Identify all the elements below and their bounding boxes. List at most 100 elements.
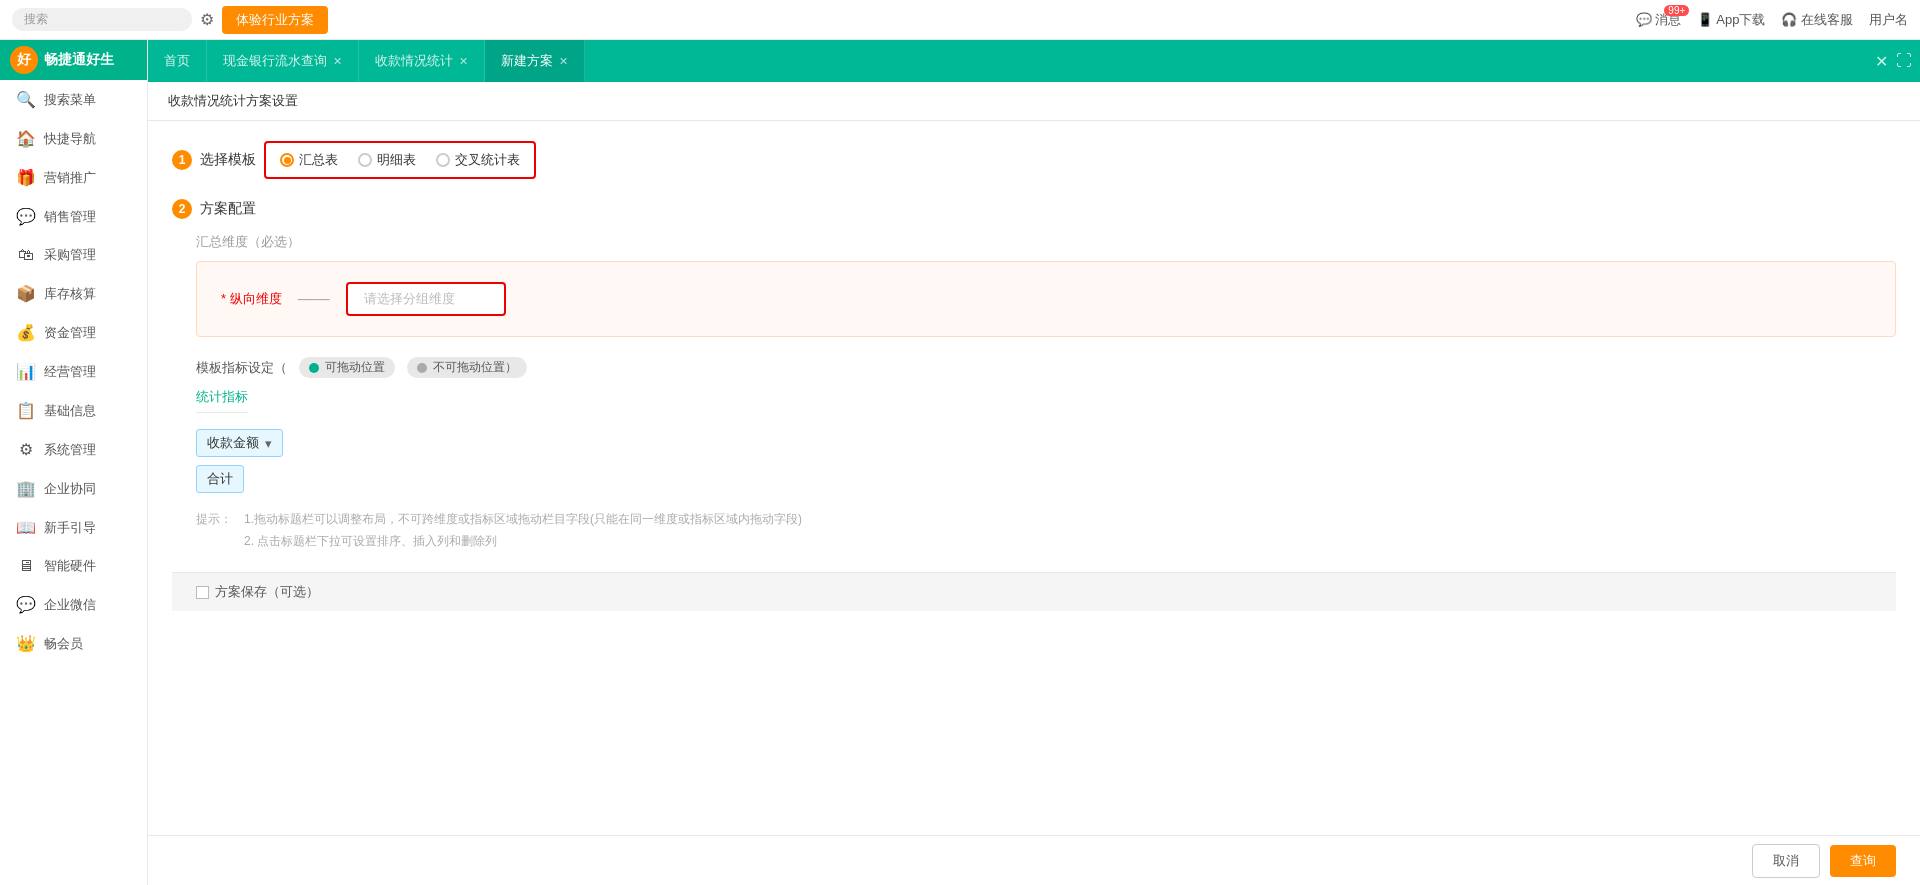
purchase-icon: 🛍 [16, 246, 36, 264]
hint-1: 提示： 1.拖动标题栏可以调整布局，不可跨维度或指标区域拖动栏目字段(只能在同一… [196, 509, 1896, 531]
search-placeholder: 搜索 [24, 12, 48, 26]
sidebar-item-label: 智能硬件 [44, 557, 96, 575]
step2-num: 2 [172, 199, 192, 219]
page-title-bar: 收款情况统计方案设置 [148, 82, 1920, 121]
sidebar-item-enterprise[interactable]: 🏢 企业协同 [0, 469, 147, 508]
metric-tag-collection[interactable]: 收款金额 ▾ [196, 429, 283, 457]
save-checkbox-label[interactable]: 方案保存（可选） [196, 583, 319, 601]
sidebar-item-system[interactable]: ⚙ 系统管理 [0, 430, 147, 469]
tab-collection-stat-close[interactable]: ✕ [459, 55, 468, 68]
tab-new-plan-label: 新建方案 [501, 52, 553, 70]
page-title: 收款情况统计方案设置 [168, 93, 298, 108]
sidebar-item-smart-hw[interactable]: 🖥 智能硬件 [0, 547, 147, 585]
option-cross[interactable]: 交叉统计表 [436, 151, 520, 169]
radio-cross [436, 153, 450, 167]
search-bar[interactable]: 搜索 [12, 8, 192, 31]
trial-btn[interactable]: 体验行业方案 [222, 6, 328, 34]
tab-bank-flow-label: 现金银行流水查询 [223, 52, 327, 70]
sidebar-item-basic-info[interactable]: 📋 基础信息 [0, 391, 147, 430]
dimension-row: * 纵向维度 —— 请选择分组维度 [221, 282, 1871, 316]
sidebar-item-sales[interactable]: 💬 销售管理 [0, 197, 147, 236]
enterprise-icon: 🏢 [16, 479, 36, 498]
sidebar-item-label: 销售管理 [44, 208, 96, 226]
metric-total: 合计 [196, 465, 244, 493]
sidebar-item-label: 企业协同 [44, 480, 96, 498]
step1-section: 1 选择模板 汇总表 明细表 [172, 141, 1896, 179]
non-draggable-toggle: 不可拖动位置） [407, 357, 527, 378]
metrics-section: 模板指标设定（ 可拖动位置 不可拖动位置） 统计指标 [196, 357, 1896, 493]
sidebar-item-wechat[interactable]: 💬 企业微信 [0, 585, 147, 624]
hint-2: 2. 点击标题栏下拉可设置排序、插入列和删除列 [196, 531, 1896, 553]
radio-summary-inner [284, 157, 291, 164]
sidebar-item-quick-nav[interactable]: 🏠 快捷导航 [0, 119, 147, 158]
sidebar-item-label: 新手引导 [44, 519, 96, 537]
sidebar-item-label: 营销推广 [44, 169, 96, 187]
option-detail-label: 明细表 [377, 151, 416, 169]
radio-summary [280, 153, 294, 167]
sidebar-item-label: 采购管理 [44, 246, 96, 264]
tab-collection-stat[interactable]: 收款情况统计 ✕ [359, 40, 485, 82]
step1-num: 1 [172, 150, 192, 170]
sidebar-item-label: 畅会员 [44, 635, 83, 653]
logo-icon: 好 [10, 46, 38, 74]
metric-total-label: 合计 [207, 471, 233, 486]
metric-tag-label: 收款金额 [207, 434, 259, 452]
basic-info-icon: 📋 [16, 401, 36, 420]
sidebar-item-label: 搜索菜单 [44, 91, 96, 109]
tab-new-plan-close[interactable]: ✕ [559, 55, 568, 68]
download-label: App下载 [1716, 12, 1765, 27]
service-label: 在线客服 [1801, 12, 1853, 27]
sales-icon: 💬 [16, 207, 36, 226]
message-btn[interactable]: 💬 消息 99+ [1636, 11, 1682, 29]
badge-count: 99+ [1664, 5, 1689, 16]
sidebar-item-purchase[interactable]: 🛍 采购管理 [0, 236, 147, 274]
sidebar-item-label: 资金管理 [44, 324, 96, 342]
sidebar-item-label: 基础信息 [44, 402, 96, 420]
radio-detail [358, 153, 372, 167]
tab-bank-flow[interactable]: 现金银行流水查询 ✕ [207, 40, 359, 82]
sidebar-item-marketing[interactable]: 🎁 营销推广 [0, 158, 147, 197]
logo-area: 好 畅捷通好生 [0, 40, 147, 80]
option-summary[interactable]: 汇总表 [280, 151, 338, 169]
option-detail[interactable]: 明细表 [358, 151, 416, 169]
tab-close-all-icon[interactable]: ✕ [1875, 52, 1888, 71]
user-name[interactable]: 用户名 [1869, 11, 1908, 29]
cancel-button[interactable]: 取消 [1752, 844, 1820, 878]
gear-icon[interactable]: ⚙ [200, 10, 214, 29]
step2-section: 2 方案配置 汇总维度（必选） * 纵向维度 —— [172, 199, 1896, 552]
inventory-icon: 📦 [16, 284, 36, 303]
wechat-icon: 💬 [16, 595, 36, 614]
download-btn[interactable]: 📱 App下载 [1697, 11, 1765, 29]
dimension-select[interactable]: 请选择分组维度 [346, 282, 506, 316]
tab-bank-flow-close[interactable]: ✕ [333, 55, 342, 68]
sidebar-item-finance[interactable]: 💰 资金管理 [0, 313, 147, 352]
step2-header: 2 方案配置 [172, 199, 1896, 219]
service-icon: 🎧 [1781, 12, 1797, 27]
search-menu-icon: 🔍 [16, 90, 36, 109]
dimension-section-title: 汇总维度（必选） [196, 233, 1896, 251]
step1-header: 1 选择模板 汇总表 明细表 [172, 141, 1896, 179]
tab-expand-icon[interactable]: ⛶ [1896, 52, 1912, 70]
draggable-toggle: 可拖动位置 [299, 357, 395, 378]
toggle-dot-active [309, 363, 319, 373]
tab-home-label: 首页 [164, 52, 190, 70]
service-btn[interactable]: 🎧 在线客服 [1781, 11, 1853, 29]
metrics-config-label: 模板指标设定（ [196, 359, 287, 377]
option-summary-label: 汇总表 [299, 151, 338, 169]
save-checkbox[interactable] [196, 586, 209, 599]
sidebar-item-search-menu[interactable]: 🔍 搜索菜单 [0, 80, 147, 119]
chevron-down-icon: ▾ [265, 436, 272, 451]
sidebar-item-guide[interactable]: 📖 新手引导 [0, 508, 147, 547]
tab-home[interactable]: 首页 [148, 40, 207, 82]
sidebar-item-operations[interactable]: 📊 经营管理 [0, 352, 147, 391]
toggle-dot-inactive [417, 363, 427, 373]
vertical-label: * 纵向维度 [221, 290, 282, 308]
download-icon: 📱 [1697, 12, 1713, 27]
finance-icon: 💰 [16, 323, 36, 342]
sidebar-item-member[interactable]: 👑 畅会员 [0, 624, 147, 663]
sidebar-item-label: 库存核算 [44, 285, 96, 303]
query-button[interactable]: 查询 [1830, 845, 1896, 877]
sidebar-item-inventory[interactable]: 📦 库存核算 [0, 274, 147, 313]
tab-new-plan[interactable]: 新建方案 ✕ [485, 40, 585, 82]
main-area: 首页 现金银行流水查询 ✕ 收款情况统计 ✕ 新建方案 ✕ ✕ ⛶ 收款情况统计… [148, 40, 1920, 885]
